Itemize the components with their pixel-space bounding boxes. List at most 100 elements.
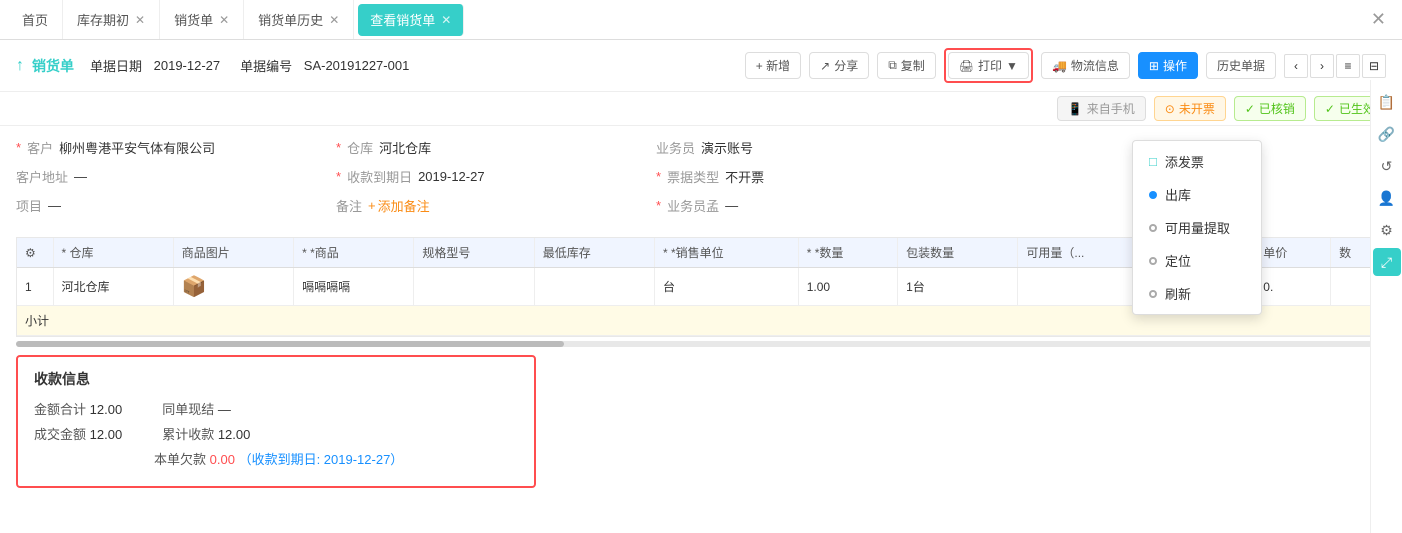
verified-btn[interactable]: ✓ 已核销 xyxy=(1234,96,1306,121)
tab-inventory[interactable]: 库存期初 ✕ xyxy=(63,0,160,39)
address-label: 客户地址 xyxy=(16,167,68,186)
doc-number-label: 单据编号 SA-20191227-001 xyxy=(240,56,409,75)
refresh-dot-icon xyxy=(1149,290,1157,298)
share-button[interactable]: ↗ 分享 xyxy=(809,52,869,79)
tab-view-sales[interactable]: 查看销货单 ✕ xyxy=(358,4,464,36)
col-pkg-qty: 包装数量 xyxy=(898,238,1018,268)
dropdown-outbound-label: 出库 xyxy=(1165,185,1191,204)
tab-home[interactable]: 首页 xyxy=(8,0,63,39)
operations-button[interactable]: ⊞ 操作 xyxy=(1138,52,1198,79)
sidebar-gear-icon[interactable]: ⚙ xyxy=(1373,216,1401,244)
payment-row-3: 本单欠款 0.00 （收款到期日: 2019-12-27） xyxy=(34,449,518,468)
sidebar-clipboard-icon[interactable]: 📋 xyxy=(1373,88,1401,116)
sidebar-link-icon[interactable]: 🔗 xyxy=(1373,120,1401,148)
col-settings: ⚙ xyxy=(17,238,53,268)
col-image: 商品图片 xyxy=(173,238,293,268)
row-index: 1 xyxy=(17,268,53,306)
amount-field: 金额合计 12.00 xyxy=(34,399,122,418)
print-highlight-box: 🖨 打印 ▼ xyxy=(944,48,1033,83)
sidebar-user-icon[interactable]: 👤 xyxy=(1373,184,1401,212)
list-view-btn[interactable]: ≡ xyxy=(1336,54,1360,78)
prev-arrow[interactable]: ‹ xyxy=(1284,54,1308,78)
next-arrow[interactable]: › xyxy=(1310,54,1334,78)
horizontal-scrollbar[interactable] xyxy=(16,341,1386,347)
note-field: 备注 + 添加备注 xyxy=(336,196,616,215)
plus-icon: + xyxy=(368,198,376,213)
col-min-stock: 最低库存 xyxy=(534,238,654,268)
same-bill-value: — xyxy=(218,402,231,417)
arrears-field: 本单欠款 0.00 （收款到期日: 2019-12-27） xyxy=(154,449,403,468)
dropdown-outbound[interactable]: 出库 xyxy=(1133,178,1261,211)
salesman-required: * xyxy=(656,198,661,213)
address-value: — xyxy=(74,169,87,184)
dropdown-refresh[interactable]: 刷新 xyxy=(1133,277,1261,310)
amount-value: 12.00 xyxy=(90,402,123,417)
tab-sales[interactable]: 销货单 ✕ xyxy=(160,0,244,39)
tab-inventory-label: 库存期初 xyxy=(77,10,129,29)
grid-icon: ⊞ xyxy=(1149,59,1159,73)
doc-type-label: 销货单 xyxy=(32,56,74,76)
logistics-button[interactable]: 🚚 物流信息 xyxy=(1041,52,1130,79)
customer-field: * 客户 柳州粤港平安气体有限公司 xyxy=(16,138,296,157)
doc-date-label: 单据日期 2019-12-27 xyxy=(90,56,220,75)
sidebar-expand-icon[interactable]: ⤢ xyxy=(1373,248,1401,276)
ticket-icon: ⊙ xyxy=(1165,102,1175,116)
tab-sales-history-close[interactable]: ✕ xyxy=(329,13,339,27)
dropdown-available-qty[interactable]: 可用量提取 xyxy=(1133,211,1261,244)
staff-field: 业务员 演示账号 xyxy=(656,138,936,157)
row-product: 嗝嗝嗝嗝 xyxy=(294,268,414,306)
warehouse-field: * 仓库 河北仓库 xyxy=(336,138,616,157)
warehouse-value: 河北仓库 xyxy=(379,138,431,157)
payment-row-1: 金额合计 12.00 同单现结 — xyxy=(34,399,518,418)
tab-sales-history[interactable]: 销货单历史 ✕ xyxy=(244,0,354,39)
deal-amount-field: 成交金额 12.00 xyxy=(34,424,122,443)
sales-order-icon: ↑ xyxy=(16,57,24,75)
row-price: 0. xyxy=(1255,268,1331,306)
staff-value: 演示账号 xyxy=(701,138,753,157)
arrears-note: （收款到期日: 2019-12-27） xyxy=(239,452,404,467)
window-close-button[interactable]: ✕ xyxy=(1363,9,1394,30)
new-button[interactable]: + 新增 xyxy=(745,52,801,79)
tab-sales-close[interactable]: ✕ xyxy=(219,13,229,27)
mobile-icon: 📱 xyxy=(1068,102,1083,116)
grid-view-btn[interactable]: ⊟ xyxy=(1362,54,1386,78)
print-button[interactable]: 🖨 打印 ▼ xyxy=(948,52,1029,79)
salesman-field: * 业务员孟 — xyxy=(656,196,936,215)
dropdown-add-invoice[interactable]: □ 添发票 xyxy=(1133,145,1261,178)
due-date-value: 2019-12-27 xyxy=(418,169,485,184)
history-button[interactable]: 历史单据 xyxy=(1206,52,1276,79)
col-product: * *商品 xyxy=(294,238,414,268)
payment-row-2: 成交金额 12.00 累计收款 12.00 xyxy=(34,424,518,443)
row-pkg-qty: 1台 xyxy=(898,268,1018,306)
cumulative-value: 12.00 xyxy=(218,427,251,442)
tab-view-sales-close[interactable]: ✕ xyxy=(441,13,451,27)
col-price: 单价 xyxy=(1255,238,1331,268)
tab-inventory-close[interactable]: ✕ xyxy=(135,13,145,27)
operations-area: ⊞ 操作 xyxy=(1138,52,1198,79)
not-open-btn[interactable]: ⊙ 未开票 xyxy=(1154,96,1226,121)
warehouse-label: 仓库 xyxy=(347,138,373,157)
doc-header: ↑ 销货单 单据日期 2019-12-27 单据编号 SA-20191227-0… xyxy=(0,40,1402,92)
tab-view-sales-label: 查看销货单 xyxy=(370,10,435,29)
col-unit: * *销售单位 xyxy=(654,238,798,268)
same-bill-field: 同单现结 — xyxy=(162,399,231,418)
copy-button[interactable]: ⧉ 复制 xyxy=(877,52,936,79)
warehouse-required: * xyxy=(336,140,341,155)
salesman-value: — xyxy=(725,198,738,213)
operations-dropdown: □ 添发票 出库 可用量提取 定位 刷新 xyxy=(1132,140,1262,315)
outbound-dot-icon xyxy=(1149,191,1157,199)
from-mobile-btn[interactable]: 📱 来自手机 xyxy=(1057,96,1146,121)
add-note-button[interactable]: + 添加备注 xyxy=(368,196,430,215)
sidebar-refresh-icon[interactable]: ↺ xyxy=(1373,152,1401,180)
salesman-label: 业务员孟 xyxy=(667,196,719,215)
product-image-icon: 📦 xyxy=(182,276,207,298)
ticket-type-label: 票据类型 xyxy=(667,167,719,186)
note-label: 备注 xyxy=(336,196,362,215)
right-sidebar: 📋 🔗 ↺ 👤 ⚙ ⤢ xyxy=(1370,80,1402,533)
col-qty: * *数量 xyxy=(798,238,897,268)
dropdown-locate[interactable]: 定位 xyxy=(1133,244,1261,277)
due-date-field: * 收款到期日 2019-12-27 xyxy=(336,167,616,186)
arrears-value: 0.00 xyxy=(210,452,235,467)
doc-actions: + 新增 ↗ 分享 ⧉ 复制 🖨 打印 ▼ xyxy=(745,48,1386,83)
print-icon: 🖨 xyxy=(959,59,974,73)
